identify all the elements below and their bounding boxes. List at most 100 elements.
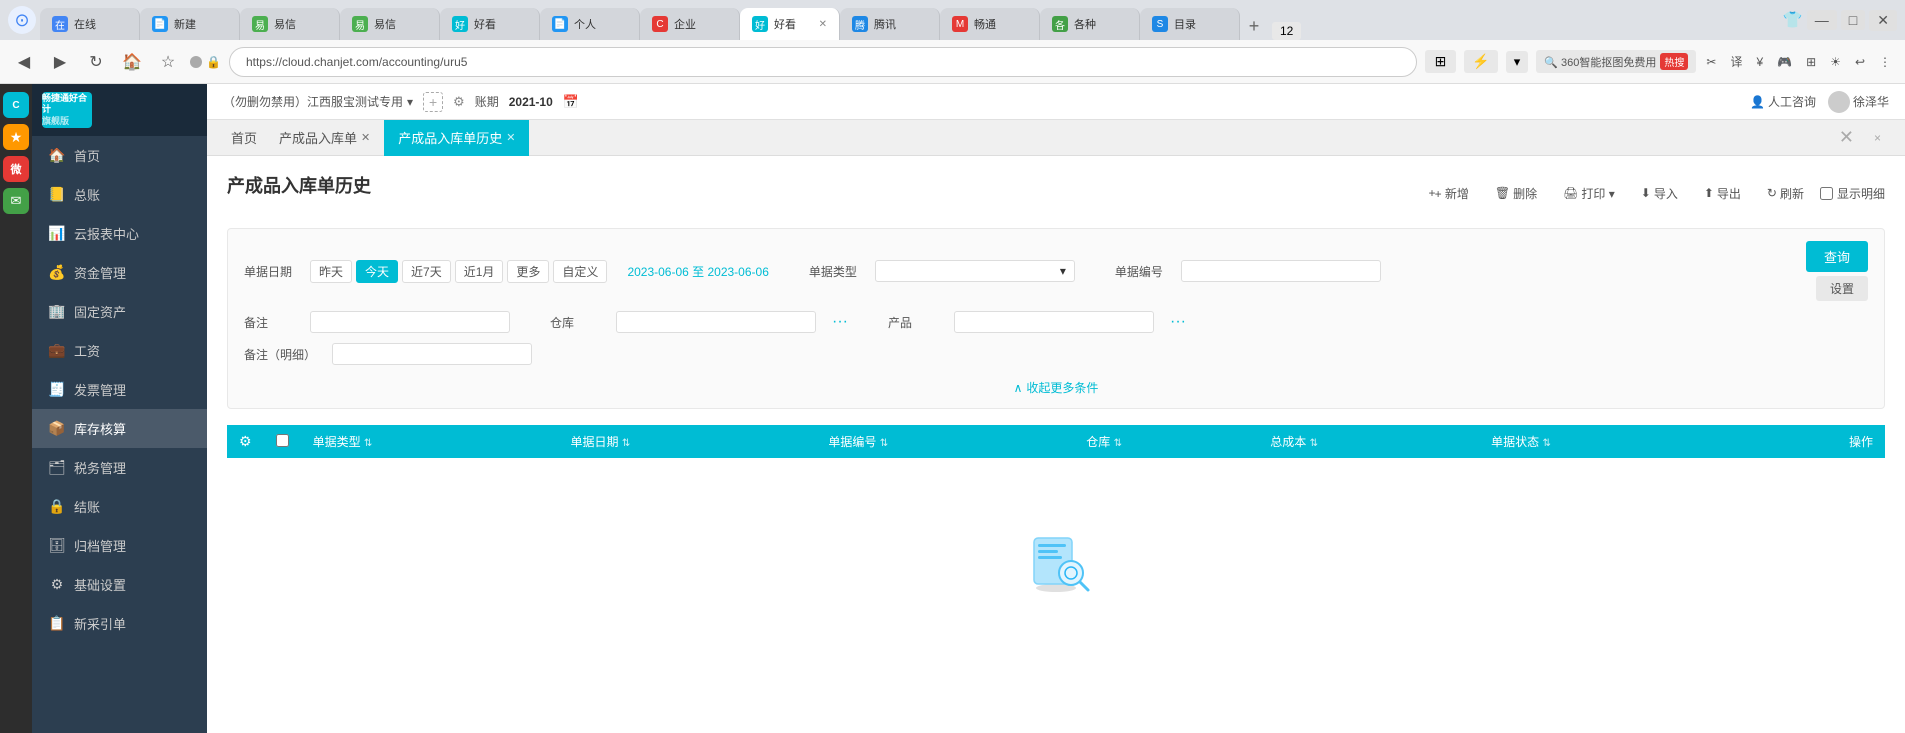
sidebar-item-invoices[interactable]: 🧾 发票管理 <box>32 370 207 409</box>
browser-tab-11[interactable]: 各 各种 <box>1040 8 1140 40</box>
window-minimize-btn[interactable]: — <box>1807 10 1837 30</box>
tab-count-badge[interactable]: 12 <box>1272 22 1301 40</box>
remark-filter-input[interactable] <box>310 311 510 333</box>
company-settings-btn[interactable]: ⚙ <box>453 94 465 110</box>
nav-back-btn[interactable]: ⊙ <box>8 6 36 34</box>
query-btn[interactable]: 查询 <box>1806 241 1868 272</box>
browser-tab-10[interactable]: M 畅通 <box>940 8 1040 40</box>
close-history-tab[interactable]: ✕ <box>506 131 515 144</box>
user-avatar[interactable]: 徐泽华 <box>1828 91 1889 113</box>
browser-tab-1[interactable]: 在 在线 <box>40 8 140 40</box>
product-filter-input[interactable] <box>954 311 1154 333</box>
sidebar-item-payroll[interactable]: 💼 工资 <box>32 331 207 370</box>
sidebar-item-reports[interactable]: 📊 云报表中心 <box>32 214 207 253</box>
browser-tab-3[interactable]: 易 易信 <box>240 8 340 40</box>
theme-btn[interactable]: ☀ <box>1826 53 1845 71</box>
table-header-type[interactable]: 单据类型 ⇅ <box>301 425 559 458</box>
export-btn[interactable]: ⬆ 导出 <box>1694 181 1751 206</box>
sidebar-item-funds[interactable]: 💰 资金管理 <box>32 253 207 292</box>
close-all-btn[interactable]: × <box>1866 131 1889 145</box>
number-filter-input[interactable] <box>1181 260 1381 282</box>
history-btn[interactable]: ↩ <box>1851 53 1869 71</box>
home-btn[interactable]: 🏠 <box>118 48 146 76</box>
sidebar-item-archive[interactable]: 🗄 归档管理 <box>32 526 207 565</box>
translate-btn[interactable]: 译 <box>1726 51 1746 72</box>
lightning-btn[interactable]: ⚡ <box>1464 50 1497 73</box>
print-btn[interactable]: 🖨 打印 ▾ <box>1553 181 1625 206</box>
human-service-btn[interactable]: 👤 人工咨询 <box>1750 93 1816 110</box>
yesterday-btn[interactable]: 昨天 <box>310 260 352 283</box>
refresh-btn[interactable]: ↻ <box>82 48 110 76</box>
table-header-status[interactable]: 单据状态 ⇅ <box>1479 425 1737 458</box>
delete-btn[interactable]: 🗑 删除 <box>1485 181 1547 206</box>
collapse-filter-btn[interactable]: ∧ 收起更多条件 <box>244 375 1868 396</box>
table-gear-header[interactable]: ⚙ <box>227 425 264 458</box>
page-tab-list[interactable]: 产成品入库单 ✕ <box>265 120 384 156</box>
sidebar-item-new-voucher[interactable]: 📋 新采引单 <box>32 604 207 643</box>
window-maximize-btn[interactable]: □ <box>1841 10 1865 30</box>
back-btn[interactable]: ◀ <box>10 48 38 76</box>
table-header-date[interactable]: 单据日期 ⇅ <box>558 425 816 458</box>
sidebar-item-tax[interactable]: 🗂 税务管理 <box>32 448 207 487</box>
game-btn[interactable]: 🎮 <box>1773 53 1796 71</box>
close-tab-8[interactable]: ✕ <box>819 19 827 30</box>
browser-tab-2[interactable]: 📄 新建 <box>140 8 240 40</box>
table-checkbox-header[interactable] <box>264 425 301 458</box>
page-tab-history[interactable]: 产成品入库单历史 ✕ <box>384 120 529 156</box>
more-date-btn[interactable]: 更多 <box>507 260 549 283</box>
type-select[interactable]: ▾ <box>875 260 1075 282</box>
calendar-icon[interactable]: 📅 <box>563 94 579 110</box>
browser-tab-8[interactable]: 好 好看 ✕ <box>740 8 840 40</box>
add-company-btn[interactable]: + <box>423 92 443 112</box>
breadcrumb-home[interactable]: 首页 <box>223 120 265 156</box>
sidebar-item-fixed-assets[interactable]: 🏢 固定资产 <box>32 292 207 331</box>
dropdown-btn[interactable]: ▾ <box>1506 51 1529 73</box>
browser-tab-6[interactable]: 📄 个人 <box>540 8 640 40</box>
product-dots[interactable]: ··· <box>1170 313 1186 331</box>
apps-btn[interactable]: ⊞ <box>1802 53 1820 71</box>
browser-tab-7[interactable]: C 企业 <box>640 8 740 40</box>
more-btn[interactable]: ⋮ <box>1875 53 1895 71</box>
show-detail-checkbox[interactable] <box>1820 187 1833 200</box>
grid-icon[interactable]: ⊞ <box>1425 50 1457 73</box>
table-header-cost[interactable]: 总成本 ⇅ <box>1258 425 1479 458</box>
window-close-btn[interactable]: ✕ <box>1869 10 1897 31</box>
weibo-app-icon[interactable]: 微 <box>3 156 29 182</box>
forward-btn[interactable]: ▶ <box>46 48 74 76</box>
yuan-btn[interactable]: ¥ <box>1752 53 1767 71</box>
sidebar-item-inventory[interactable]: 📦 库存核算 <box>32 409 207 448</box>
company-selector[interactable]: （勿删勿禁用）江西服宝测试专用 ▾ <box>223 93 413 110</box>
chanjet-app-icon[interactable]: C <box>3 92 29 118</box>
select-all-checkbox[interactable] <box>276 434 289 447</box>
mail-app-icon[interactable]: ✉ <box>3 188 29 214</box>
close-page-btn[interactable]: ✕ <box>1827 127 1866 148</box>
refresh-btn[interactable]: ↻ 刷新 <box>1757 181 1814 206</box>
sidebar-item-settings[interactable]: ⚙ 基础设置 <box>32 565 207 604</box>
browser-tab-9[interactable]: 腾 腾讯 <box>840 8 940 40</box>
table-gear-icon[interactable]: ⚙ <box>239 433 252 449</box>
scissors-btn[interactable]: ✂ <box>1702 53 1720 71</box>
new-btn[interactable]: + + 新增 <box>1419 181 1479 206</box>
table-header-warehouse[interactable]: 仓库 ⇅ <box>1074 425 1258 458</box>
search-extension-btn[interactable]: 🔍 360智能抠图免费用 热搜 <box>1536 50 1696 73</box>
sidebar-item-ledger[interactable]: 📒 总账 <box>32 175 207 214</box>
warehouse-filter-input[interactable] <box>616 311 816 333</box>
browser-tab-12[interactable]: S 目录 <box>1140 8 1240 40</box>
last1month-btn[interactable]: 近1月 <box>455 260 504 283</box>
new-tab-btn[interactable]: + <box>1240 12 1268 40</box>
show-detail-toggle[interactable]: 显示明细 <box>1820 185 1885 202</box>
import-btn[interactable]: ⬇ 导入 <box>1631 181 1688 206</box>
warehouse-dots[interactable]: ··· <box>832 313 848 331</box>
set-btn[interactable]: 设置 <box>1816 276 1868 301</box>
address-input[interactable]: https://cloud.chanjet.com/accounting/uru… <box>229 47 1417 77</box>
table-header-number[interactable]: 单据编号 ⇅ <box>816 425 1074 458</box>
browser-tab-5[interactable]: 好 好看 <box>440 8 540 40</box>
browser-tab-4[interactable]: 易 易信 <box>340 8 440 40</box>
detail-remark-filter-input[interactable] <box>332 343 532 365</box>
last7days-btn[interactable]: 近7天 <box>402 260 451 283</box>
bookmark-btn[interactable]: ☆ <box>154 48 182 76</box>
star-app-icon[interactable]: ★ <box>3 124 29 150</box>
sidebar-item-home[interactable]: 🏠 首页 <box>32 136 207 175</box>
today-btn[interactable]: 今天 <box>356 260 398 283</box>
custom-date-btn[interactable]: 自定义 <box>553 260 607 283</box>
